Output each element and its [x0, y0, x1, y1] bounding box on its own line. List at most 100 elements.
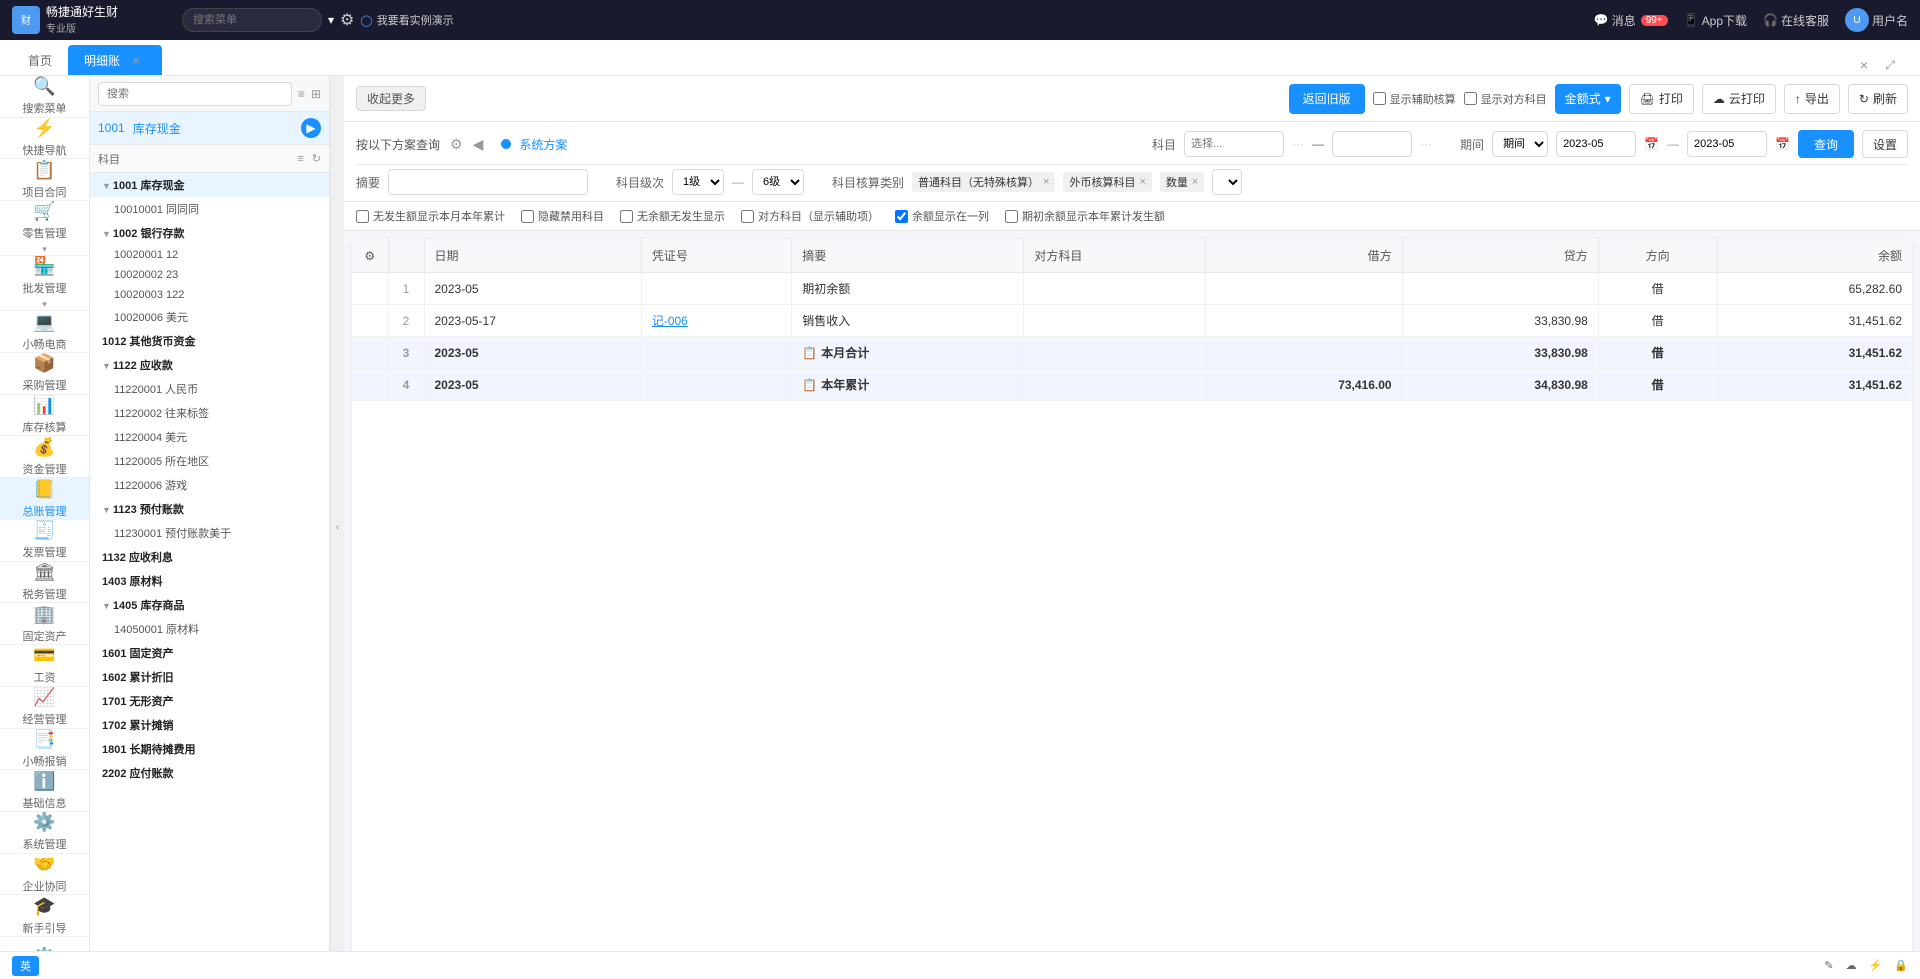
sidebar-item-quicknav[interactable]: ⚡ 快捷导航: [0, 118, 89, 160]
sidebar-item-operations[interactable]: 📈 经营管理: [0, 687, 89, 729]
tab-ledger-close[interactable]: ×: [126, 50, 146, 70]
filter-collapse-icon[interactable]: ◀: [473, 136, 484, 153]
subject-input[interactable]: [1184, 131, 1284, 157]
tree-item-10020003[interactable]: 10020003 122: [90, 285, 329, 305]
th-gear[interactable]: ⚙: [352, 239, 388, 273]
settings-icon[interactable]: ⚙: [340, 10, 354, 30]
tree-item-14050001[interactable]: 14050001 原材料: [90, 617, 329, 641]
sidebar-item-search[interactable]: 🔍 搜索菜单: [0, 76, 89, 118]
voucher-link-2[interactable]: 记-006: [652, 314, 688, 328]
online-service-item[interactable]: 🎧 在线客服: [1763, 12, 1829, 29]
cb-opening-balance[interactable]: 期初余额显示本年累计发生额: [1005, 208, 1165, 224]
tag-normal-close[interactable]: ×: [1043, 176, 1049, 188]
sidebar-item-guide[interactable]: 🎓 新手引导: [0, 895, 89, 937]
tree-item-1001[interactable]: ▼1001 库存现金: [90, 173, 329, 197]
query-btn[interactable]: 查询: [1798, 130, 1854, 158]
tree-item-1601[interactable]: 1601 固定资产: [90, 641, 329, 665]
tree-item-1701[interactable]: 1701 无形资产: [90, 689, 329, 713]
tree-item-10020001[interactable]: 10020001 12: [90, 245, 329, 265]
sidebar-item-system[interactable]: ⚙️ 系统管理: [0, 812, 89, 854]
collapse-btn[interactable]: 收起更多: [356, 86, 426, 111]
sidebar-item-salary[interactable]: 💳 工资: [0, 645, 89, 687]
subject-level-from-select[interactable]: 1级: [672, 169, 724, 195]
message-item[interactable]: 💬 消息 99+: [1594, 12, 1668, 29]
sidebar-item-ecommerce[interactable]: 💻 小畅电商: [0, 311, 89, 353]
sidebar-item-reports[interactable]: 📑 小畅报销: [0, 729, 89, 771]
show-counterpart-input[interactable]: [1464, 92, 1477, 105]
amount-format-btn[interactable]: 金额式 ▾: [1555, 84, 1621, 114]
subject-input2[interactable]: [1332, 131, 1412, 157]
status-icon-3[interactable]: ⚡: [1869, 959, 1883, 972]
cb-show-counterpart[interactable]: 对方科目（显示辅助项）: [741, 208, 879, 224]
tree-item-1405[interactable]: ▼1405 库存商品: [90, 593, 329, 617]
sidebar-item-tax[interactable]: 🏛 税务管理: [0, 562, 89, 604]
status-icon-2[interactable]: ☁: [1846, 959, 1857, 972]
system-scheme-label[interactable]: 系统方案: [519, 136, 567, 153]
selected-account-arrow[interactable]: ▶: [301, 118, 321, 138]
user-area[interactable]: U 用户名: [1845, 8, 1908, 32]
show-aux-input[interactable]: [1373, 92, 1386, 105]
period-type-select[interactable]: 期间: [1492, 131, 1548, 157]
status-icon-1[interactable]: ✎: [1824, 959, 1833, 972]
status-icon-4[interactable]: 🔒: [1894, 959, 1908, 972]
cb-no-balance-hide[interactable]: 无余额无发生显示: [620, 208, 725, 224]
cb-no-balance[interactable]: 无发生额显示本月本年累计: [356, 208, 505, 224]
sidebar-item-basic[interactable]: ℹ️ 基础信息: [0, 770, 89, 812]
cloud-print-btn[interactable]: ☁ 云打印: [1702, 84, 1776, 114]
app-download-item[interactable]: 📱 App下载: [1684, 12, 1747, 29]
sidebar-item-capital[interactable]: 💰 资金管理: [0, 436, 89, 478]
search-input[interactable]: [182, 8, 322, 32]
sidebar-item-assets[interactable]: 🏢 固定资产: [0, 603, 89, 645]
tree-item-1132[interactable]: 1132 应收利息: [90, 545, 329, 569]
filter-settings-btn[interactable]: 设置: [1862, 130, 1908, 158]
sidebar-item-project[interactable]: 📋 项目合同: [0, 159, 89, 201]
print-btn[interactable]: 🖨 打印: [1629, 84, 1694, 114]
show-aux-checkbox[interactable]: 显示辅助核算: [1373, 91, 1456, 107]
subject-level-to-select[interactable]: 6级: [752, 169, 804, 195]
cb-show-counterpart-input[interactable]: [741, 210, 754, 223]
accounts-view-toggle[interactable]: ≡: [297, 153, 303, 165]
summary-input[interactable]: [388, 169, 588, 195]
panel-toggle[interactable]: ‹: [330, 76, 344, 979]
period-end-input[interactable]: [1687, 131, 1767, 157]
sidebar-item-inventory[interactable]: 📊 库存核算: [0, 395, 89, 437]
cb-hide-disabled-input[interactable]: [521, 210, 534, 223]
subject-type-more-select[interactable]: ▾: [1212, 169, 1242, 195]
tree-item-11220005[interactable]: 11220005 所在地区: [90, 449, 329, 473]
tree-item-1002[interactable]: ▼1002 银行存款: [90, 221, 329, 245]
tree-item-1801[interactable]: 1801 长期待摊费用: [90, 737, 329, 761]
sidebar-item-cooperation[interactable]: 🤝 企业协同: [0, 854, 89, 896]
tree-item-11220001[interactable]: 11220001 人民币: [90, 377, 329, 401]
refresh-btn[interactable]: ↻ 刷新: [1848, 84, 1908, 114]
window-expand-btn[interactable]: ⤢: [1880, 55, 1900, 75]
cb-balance-single-row[interactable]: 余额显示在一列: [895, 208, 989, 224]
tree-item-10010001[interactable]: 10010001 同同同: [90, 197, 329, 221]
show-counterpart-checkbox[interactable]: 显示对方科目: [1464, 91, 1547, 107]
tree-item-2202[interactable]: 2202 应付账款: [90, 761, 329, 785]
dropdown-icon[interactable]: ▾: [328, 13, 334, 27]
sidebar-item-purchase[interactable]: 📦 采购管理: [0, 353, 89, 395]
tab-home[interactable]: 首页: [12, 45, 68, 75]
tree-view-icon[interactable]: ⊞: [311, 87, 321, 101]
sidebar-item-general[interactable]: 📒 总账管理: [0, 478, 89, 520]
demo-link[interactable]: ◯ 我要看实例演示: [360, 12, 453, 28]
list-view-icon[interactable]: ≡: [298, 87, 305, 101]
tree-item-11220002[interactable]: 11220002 往来标签: [90, 401, 329, 425]
tree-item-1403[interactable]: 1403 原材料: [90, 569, 329, 593]
translate-btn[interactable]: 英: [12, 956, 39, 976]
tree-item-11230001[interactable]: 11230001 预付账款美于: [90, 521, 329, 545]
sidebar-item-wholesale[interactable]: 🏪 批发管理 ▾: [0, 256, 89, 311]
tree-item-1602[interactable]: 1602 累计折旧: [90, 665, 329, 689]
cb-balance-single-row-input[interactable]: [895, 210, 908, 223]
sidebar-item-invoice[interactable]: 🧾 发票管理: [0, 520, 89, 562]
window-close-btn[interactable]: ×: [1854, 55, 1874, 75]
tag-foreign-close[interactable]: ×: [1139, 176, 1145, 188]
back-old-version-btn[interactable]: 返回旧版: [1289, 84, 1365, 114]
tree-item-10020006[interactable]: 10020006 美元: [90, 305, 329, 329]
tree-item-1012[interactable]: 1012 其他货币资金: [90, 329, 329, 353]
cb-no-balance-hide-input[interactable]: [620, 210, 633, 223]
sidebar-item-retail[interactable]: 🛒 零售管理 ▾: [0, 201, 89, 256]
tab-ledger[interactable]: 明细账 ×: [68, 45, 162, 75]
tree-item-1122[interactable]: ▼1122 应收款: [90, 353, 329, 377]
accounts-search-input[interactable]: [98, 82, 292, 106]
